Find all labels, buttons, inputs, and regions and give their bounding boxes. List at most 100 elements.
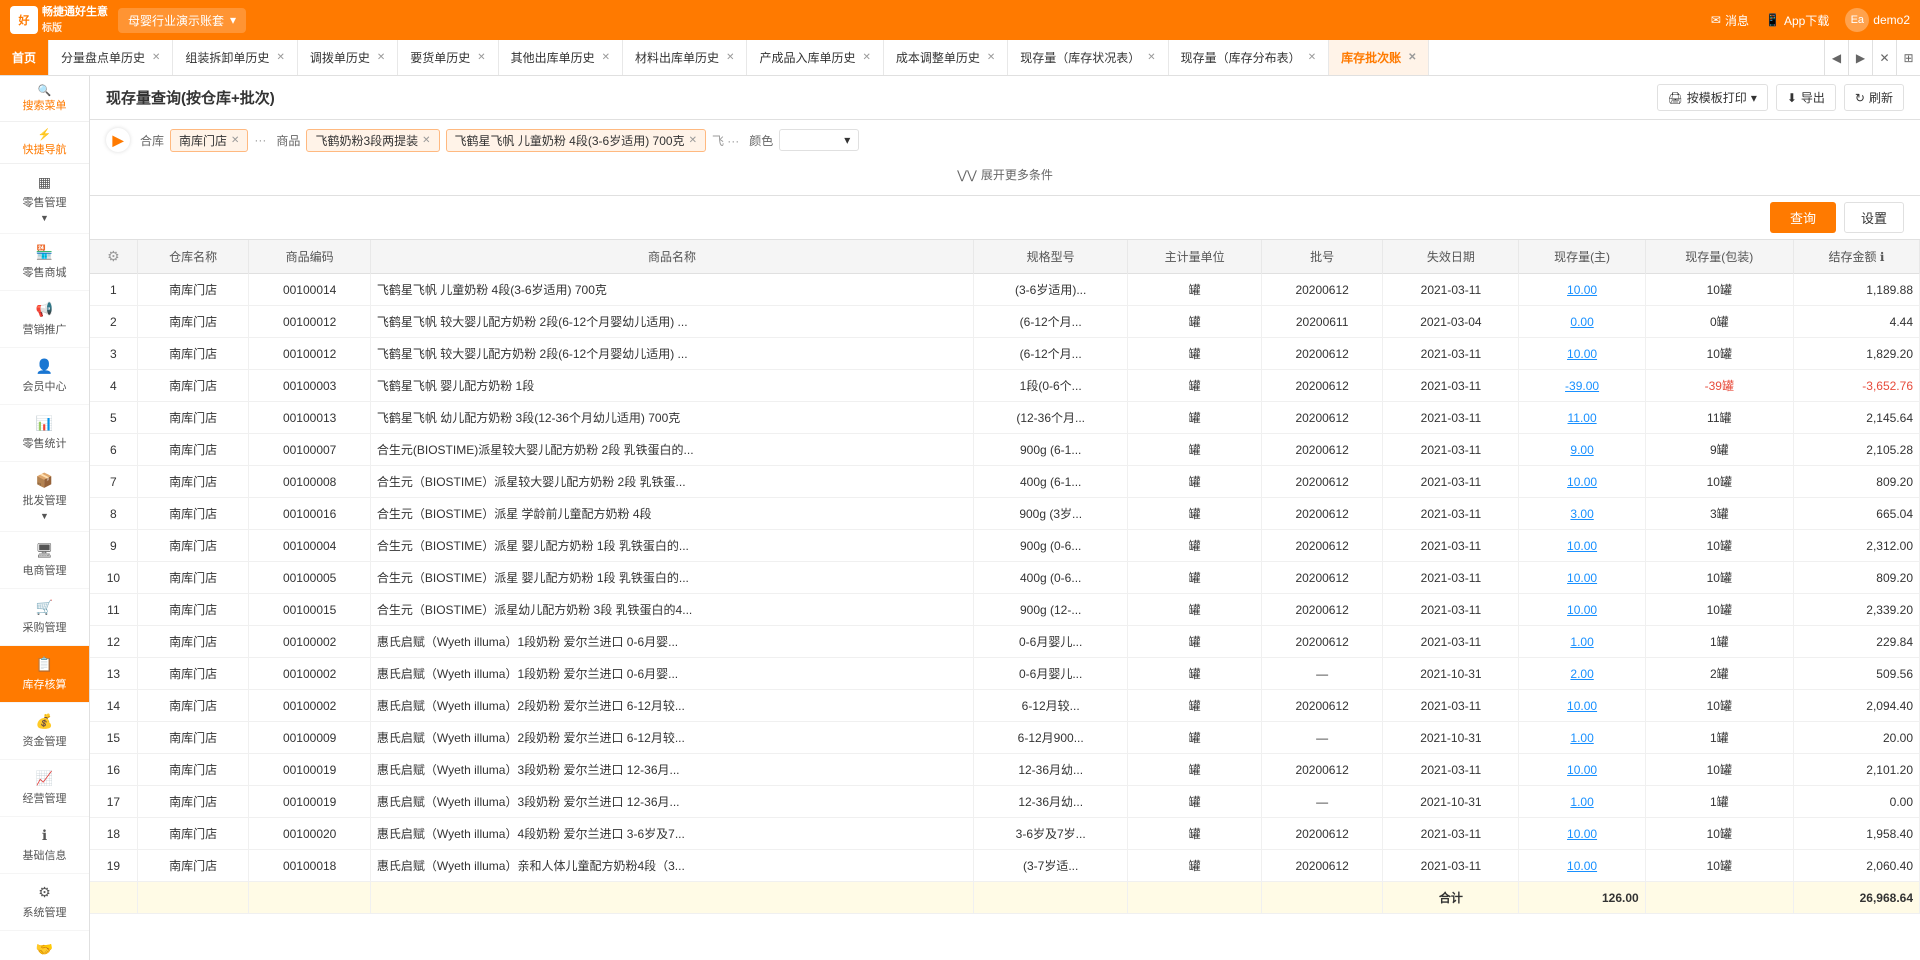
sidebar-label-1: 零售商城 (23, 264, 67, 280)
warehouse-tag[interactable]: 南库门店 ✕ (170, 129, 248, 152)
tab-10-close[interactable]: ✕ (1308, 52, 1316, 63)
td-qty-main-1[interactable]: 0.00 (1519, 306, 1645, 338)
tab-2-close[interactable]: ✕ (276, 52, 284, 63)
app-icon: 📱 (1765, 13, 1780, 27)
tab-next[interactable]: ▶ (1848, 40, 1872, 76)
td-amount-13: 2,094.40 (1793, 690, 1919, 722)
tab-11-close[interactable]: ✕ (1408, 52, 1416, 63)
sidebar-item-9[interactable]: 💰资金管理 (0, 703, 89, 760)
sidebar-item-6[interactable]: 🖥电商管理 (0, 532, 89, 589)
td-amount-14: 20.00 (1793, 722, 1919, 754)
tab-7[interactable]: 产成品入库单历史✕ (747, 40, 883, 76)
td-qty-main-14[interactable]: 1.00 (1519, 722, 1645, 754)
warehouse-more-dots[interactable]: ··· (254, 133, 266, 147)
product-tag-1[interactable]: 飞鹤奶粉3段两提装 ✕ (306, 129, 439, 152)
td-expire-10: 2021-03-11 (1383, 594, 1519, 626)
td-qty-main-10[interactable]: 10.00 (1519, 594, 1645, 626)
td-qty-main-8[interactable]: 10.00 (1519, 530, 1645, 562)
tab-home[interactable]: 首页 (0, 40, 49, 76)
tab-5[interactable]: 其他出库单历史✕ (499, 40, 623, 76)
td-qty-main-3[interactable]: -39.00 (1519, 370, 1645, 402)
user-avatar[interactable]: Ea demo2 (1845, 8, 1910, 32)
sidebar-item-7[interactable]: 🛒采购管理 (0, 589, 89, 646)
industry-selector[interactable]: 母婴行业演示账套 ▾ (118, 8, 246, 33)
tab-4[interactable]: 要货单历史✕ (398, 40, 498, 76)
sidebar-item-1[interactable]: 🏪零售商城 (0, 234, 89, 291)
expand-more-btn[interactable]: ⋁⋁ 展开更多条件 (106, 162, 1904, 187)
tab-1-close[interactable]: ✕ (152, 52, 160, 63)
tab-8-close[interactable]: ✕ (987, 52, 995, 63)
sidebar-item-12[interactable]: ⚙系统管理 (0, 874, 89, 931)
sidebar-item-11[interactable]: ℹ基础信息 (0, 817, 89, 874)
sidebar-item-4[interactable]: 📊零售统计 (0, 405, 89, 462)
settings-icon[interactable]: ⚙ (107, 248, 120, 264)
sidebar-item-8[interactable]: 📋库存核算 (0, 646, 89, 703)
td-qty-main-2[interactable]: 10.00 (1519, 338, 1645, 370)
tab-7-close[interactable]: ✕ (862, 52, 870, 63)
sidebar-item-2[interactable]: 📢营销推广 (0, 291, 89, 348)
tab-8[interactable]: 成本调整单历史✕ (884, 40, 1008, 76)
page-title: 现存量查询(按仓库+批次) (106, 87, 275, 108)
template-print-button[interactable]: 🖨 按模板打印 ▾ (1657, 84, 1768, 111)
sidebar-item-0[interactable]: ▦零售管理▼ (0, 164, 89, 234)
template-print-label: 按模板打印 (1687, 89, 1747, 106)
tab-prev[interactable]: ◀ (1824, 40, 1848, 76)
td-batch-8: 20200612 (1261, 530, 1382, 562)
product-tag-2-remove[interactable]: ✕ (689, 135, 697, 146)
sidebar-quick-nav[interactable]: ⚡ 快捷导航 (0, 122, 89, 164)
tab-3-close[interactable]: ✕ (377, 52, 385, 63)
search-button[interactable]: 查询 (1770, 202, 1836, 233)
tab-1[interactable]: 分量盘点单历史✕ (49, 40, 173, 76)
logo: 好 畅捷通好生意 标版 (10, 6, 108, 34)
sidebar-search[interactable]: 🔍 搜索菜单 (0, 76, 89, 122)
td-qty-main-0[interactable]: 10.00 (1519, 274, 1645, 306)
tab-2[interactable]: 组装拆卸单历史✕ (173, 40, 297, 76)
td-qty-main-17[interactable]: 10.00 (1519, 818, 1645, 850)
product-more-label[interactable]: 飞 ··· (712, 132, 739, 149)
tab-3[interactable]: 调拨单历史✕ (298, 40, 398, 76)
td-qty-main-13[interactable]: 10.00 (1519, 690, 1645, 722)
table-row: 8 南库门店 00100016 合生元（BIOSTIME）派星 学龄前儿童配方奶… (90, 498, 1920, 530)
export-button[interactable]: ⬇ 导出 (1776, 84, 1836, 111)
product-tag-1-remove[interactable]: ✕ (422, 135, 430, 146)
tab-9-close[interactable]: ✕ (1147, 52, 1155, 63)
tab-6-close[interactable]: ✕ (726, 52, 734, 63)
td-qty-main-15[interactable]: 10.00 (1519, 754, 1645, 786)
td-no-16: 17 (90, 786, 137, 818)
tab-6[interactable]: 材料出库单历史✕ (623, 40, 747, 76)
td-warehouse-0: 南库门店 (137, 274, 249, 306)
td-qty-main-9[interactable]: 10.00 (1519, 562, 1645, 594)
sidebar-item-13[interactable]: 🤝企业协同 (0, 931, 89, 960)
td-spec-8: 900g (0-6... (974, 530, 1128, 562)
td-qty-main-11[interactable]: 1.00 (1519, 626, 1645, 658)
td-qty-main-18[interactable]: 10.00 (1519, 850, 1645, 882)
td-qty-main-7[interactable]: 3.00 (1519, 498, 1645, 530)
td-qty-main-12[interactable]: 2.00 (1519, 658, 1645, 690)
td-qty-pkg-18: 10罐 (1645, 850, 1793, 882)
refresh-button[interactable]: ↻ 刷新 (1844, 84, 1904, 111)
tab-close-all[interactable]: ✕ (1872, 40, 1896, 76)
tab-9[interactable]: 现存量（库存状况表）✕ (1008, 40, 1168, 76)
td-qty-main-6[interactable]: 10.00 (1519, 466, 1645, 498)
product-tag-2[interactable]: 飞鹤星飞帆 儿童奶粉 4段(3-6岁适用) 700克 ✕ (446, 129, 706, 152)
app-download-btn[interactable]: 📱 App下载 (1765, 12, 1829, 29)
tab-5-close[interactable]: ✕ (602, 52, 610, 63)
tab-10[interactable]: 现存量（库存分布表）✕ (1169, 40, 1329, 76)
tab-11[interactable]: 库存批次账✕ (1329, 40, 1429, 76)
td-qty-pkg-0: 10罐 (1645, 274, 1793, 306)
message-btn[interactable]: ✉ 消息 (1711, 12, 1749, 29)
td-qty-main-5[interactable]: 9.00 (1519, 434, 1645, 466)
sidebar-item-5[interactable]: 📦批发管理▼ (0, 462, 89, 532)
td-code-17: 00100020 (249, 818, 370, 850)
setting-button[interactable]: 设置 (1844, 202, 1904, 233)
warehouse-tag-remove[interactable]: ✕ (231, 135, 239, 146)
color-select[interactable]: ▾ (779, 129, 859, 151)
sidebar-item-10[interactable]: 📈经营管理 (0, 760, 89, 817)
sidebar-item-3[interactable]: 👤会员中心 (0, 348, 89, 405)
filter-expand-button[interactable]: ▶ (106, 128, 130, 152)
tab-4-close[interactable]: ✕ (477, 52, 485, 63)
td-qty-main-4[interactable]: 11.00 (1519, 402, 1645, 434)
inventory-table: ⚙ 仓库名称 商品编码 商品名称 规格型号 主计量单位 批号 失效日期 现存量(… (90, 240, 1920, 914)
td-qty-main-16[interactable]: 1.00 (1519, 786, 1645, 818)
tab-menu[interactable]: ⊞ (1896, 40, 1920, 76)
